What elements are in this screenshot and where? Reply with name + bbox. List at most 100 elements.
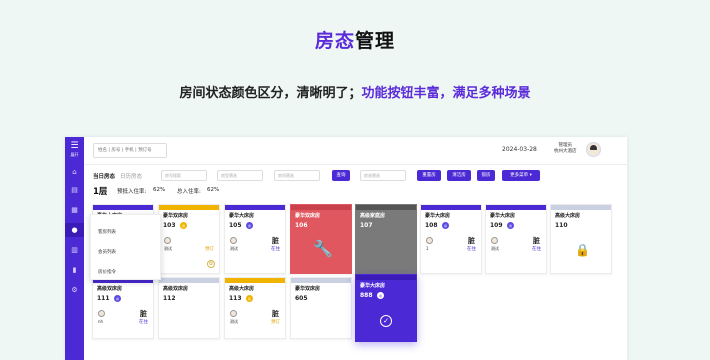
room-type: 高级家庭房 [360,213,386,219]
dirty-flag: 脏 [272,310,279,318]
chart-icon[interactable]: ▮ [65,263,84,277]
room-number: 105 [229,222,242,229]
table-icon[interactable]: ▥ [65,243,84,257]
filter-bar: 当日房态 日历房态 房号搜索 房型筛选 房间筛选 查询 房态筛选 重置房 清洁房… [84,169,627,183]
room-number: 113 [229,295,242,302]
guest-avatar [98,310,105,317]
room-type: 豪华大床房 [490,213,516,219]
guest-avatar [491,237,498,244]
room-card[interactable]: 豪华双床房 605 [290,277,352,339]
clean-room-button[interactable]: 清洁房 [447,170,471,181]
room-type: 豪华大床房 [229,213,255,219]
room-number: 107 [360,222,373,229]
room-search-input[interactable]: 房号搜索 [161,170,207,181]
room-type-select[interactable]: 房型筛选 [217,170,263,181]
floor-stats: 1层 预抵入住率: 62% 总入住率: 62% [84,185,627,197]
room-status: 在住 [532,247,541,252]
room-number: 111 [97,295,110,302]
search-input[interactable] [93,143,167,158]
hero-subtitle: 房间状态颜色区分，清晰明了；功能按钮丰富，满足多种场景 [179,86,531,101]
room-type: 高级双床房 [163,286,189,292]
tab-calendar[interactable]: 日历房态 [120,172,142,180]
room-type: 豪华大床房 [425,213,451,219]
sidebar-expand-label[interactable]: 展开 [65,152,84,158]
total-rate-value: 62% [207,187,220,193]
room-card[interactable]: 高级双床房 111 ◎ nh 脏 在住 [92,277,154,339]
state-filter-select[interactable]: 房态筛选 [360,170,406,181]
room-status: 在住 [271,247,280,252]
room-card[interactable]: 高级双床房 112 [158,277,220,339]
room-status: 在住 [139,320,148,325]
floor-name: 1层 [93,187,108,197]
room-card[interactable]: 豪华大床房 108 ◎ 1 脏 在住 [420,204,482,274]
guest-name: 测试 [230,246,238,251]
room-type: 豪华双床房 [163,213,189,219]
room-status: 预订 [205,247,214,252]
menu-item-room-list[interactable]: 客房列表 [98,229,116,235]
room-card-dirty[interactable]: 高级家庭房 107 [355,204,417,274]
member-tag-icon: ◎ [507,222,514,229]
guest-name: 测试 [230,319,238,324]
room-card[interactable]: 高级大床房 113 ◎ 测试 脏 预订 [224,277,286,339]
room-status: 在住 [467,247,476,252]
room-number: 109 [490,222,503,229]
home-icon[interactable]: ⌂ [65,165,84,179]
menu-item-member-list[interactable]: 会员列表 [98,249,116,255]
check-icon: ✓ [380,315,392,327]
more-menu-button[interactable]: 更多菜单 ▾ [502,170,540,181]
room-status: 预订 [271,320,280,325]
context-menu: 客房列表 会员列表 房价指令 [90,214,161,280]
room-type: 高级双床房 [97,286,123,292]
room-number: 605 [295,295,308,302]
user-icon[interactable]: ● [65,223,84,237]
menu-icon[interactable]: ☰ [65,142,84,151]
member-tag-icon: ◎ [377,292,384,299]
room-number: 110 [555,222,568,229]
query-button[interactable]: 查询 [332,170,350,181]
guest-name: 测试 [491,246,499,251]
room-card-selected[interactable]: 豪华大床房 888 ◎ ✓ [355,274,417,342]
dirty-flag: 脏 [140,310,147,318]
room-status-select[interactable]: 房间筛选 [274,170,320,181]
member-tag-icon: ◎ [246,295,253,302]
room-number: 106 [295,222,308,229]
room-type: 高级大床房 [555,213,581,219]
avatar[interactable] [586,142,601,157]
room-number: 112 [163,295,176,302]
hero-title: 房态管理 [314,30,396,52]
lock-icon: 🔒 [575,243,590,257]
room-type: 豪华双床房 [295,213,321,219]
guest-avatar [230,310,237,317]
room-card-locked[interactable]: 高级大床房 110 🔒 [550,204,612,274]
guest-avatar [230,237,237,244]
booked-rate-label: 预抵入住率: [117,189,147,195]
current-date: 2024-03-28 [502,146,537,153]
room-card-repair[interactable]: 豪华双床房 106 🔧 [290,204,352,274]
room-card[interactable]: 豪华大床房 109 ◎ 测试 脏 在住 [485,204,547,274]
total-rate-label: 总入住率: [177,189,201,195]
member-tag-icon: ◎ [180,222,187,229]
menu-item-price[interactable]: 房价指令 [98,269,116,275]
reset-room-button[interactable]: 重置房 [417,170,441,181]
guest-name: 1 [426,246,429,251]
grid-icon[interactable]: ▦ [65,203,84,217]
wrench-icon: 🔧 [313,239,333,258]
dirty-flag: 脏 [468,237,475,245]
member-tag-icon: ◎ [114,295,121,302]
settings-icon[interactable]: ⚙ [65,283,84,297]
app-window: ☰ 展开 ⌂ ▤ ▦ ● ▥ ▮ ⚙ 2024-03-28 管理员 杭州大酒店 … [65,137,627,360]
user-org: 杭州大酒店 [554,149,577,154]
user-info: 管理员 杭州大酒店 [554,143,577,155]
room-number: 888 [360,292,373,299]
member-tag-icon: ◎ [246,222,253,229]
room-type: 高级大床房 [229,286,255,292]
room-type: 豪华大床房 [360,283,386,289]
tab-today[interactable]: 当日房态 [93,172,115,180]
guest-avatar [164,237,171,244]
document-icon[interactable]: ▤ [65,183,84,197]
sidebar: ☰ 展开 ⌂ ▤ ▦ ● ▥ ▮ ⚙ [65,137,84,360]
lock-room-button[interactable]: 锁房 [477,170,495,181]
room-card[interactable]: 豪华双床房 103 ◎ 测试 预订 ✿ [158,204,220,274]
guest-name: nh [98,319,104,324]
room-card[interactable]: 豪华大床房 105 ◎ 测试 脏 在住 [224,204,286,274]
